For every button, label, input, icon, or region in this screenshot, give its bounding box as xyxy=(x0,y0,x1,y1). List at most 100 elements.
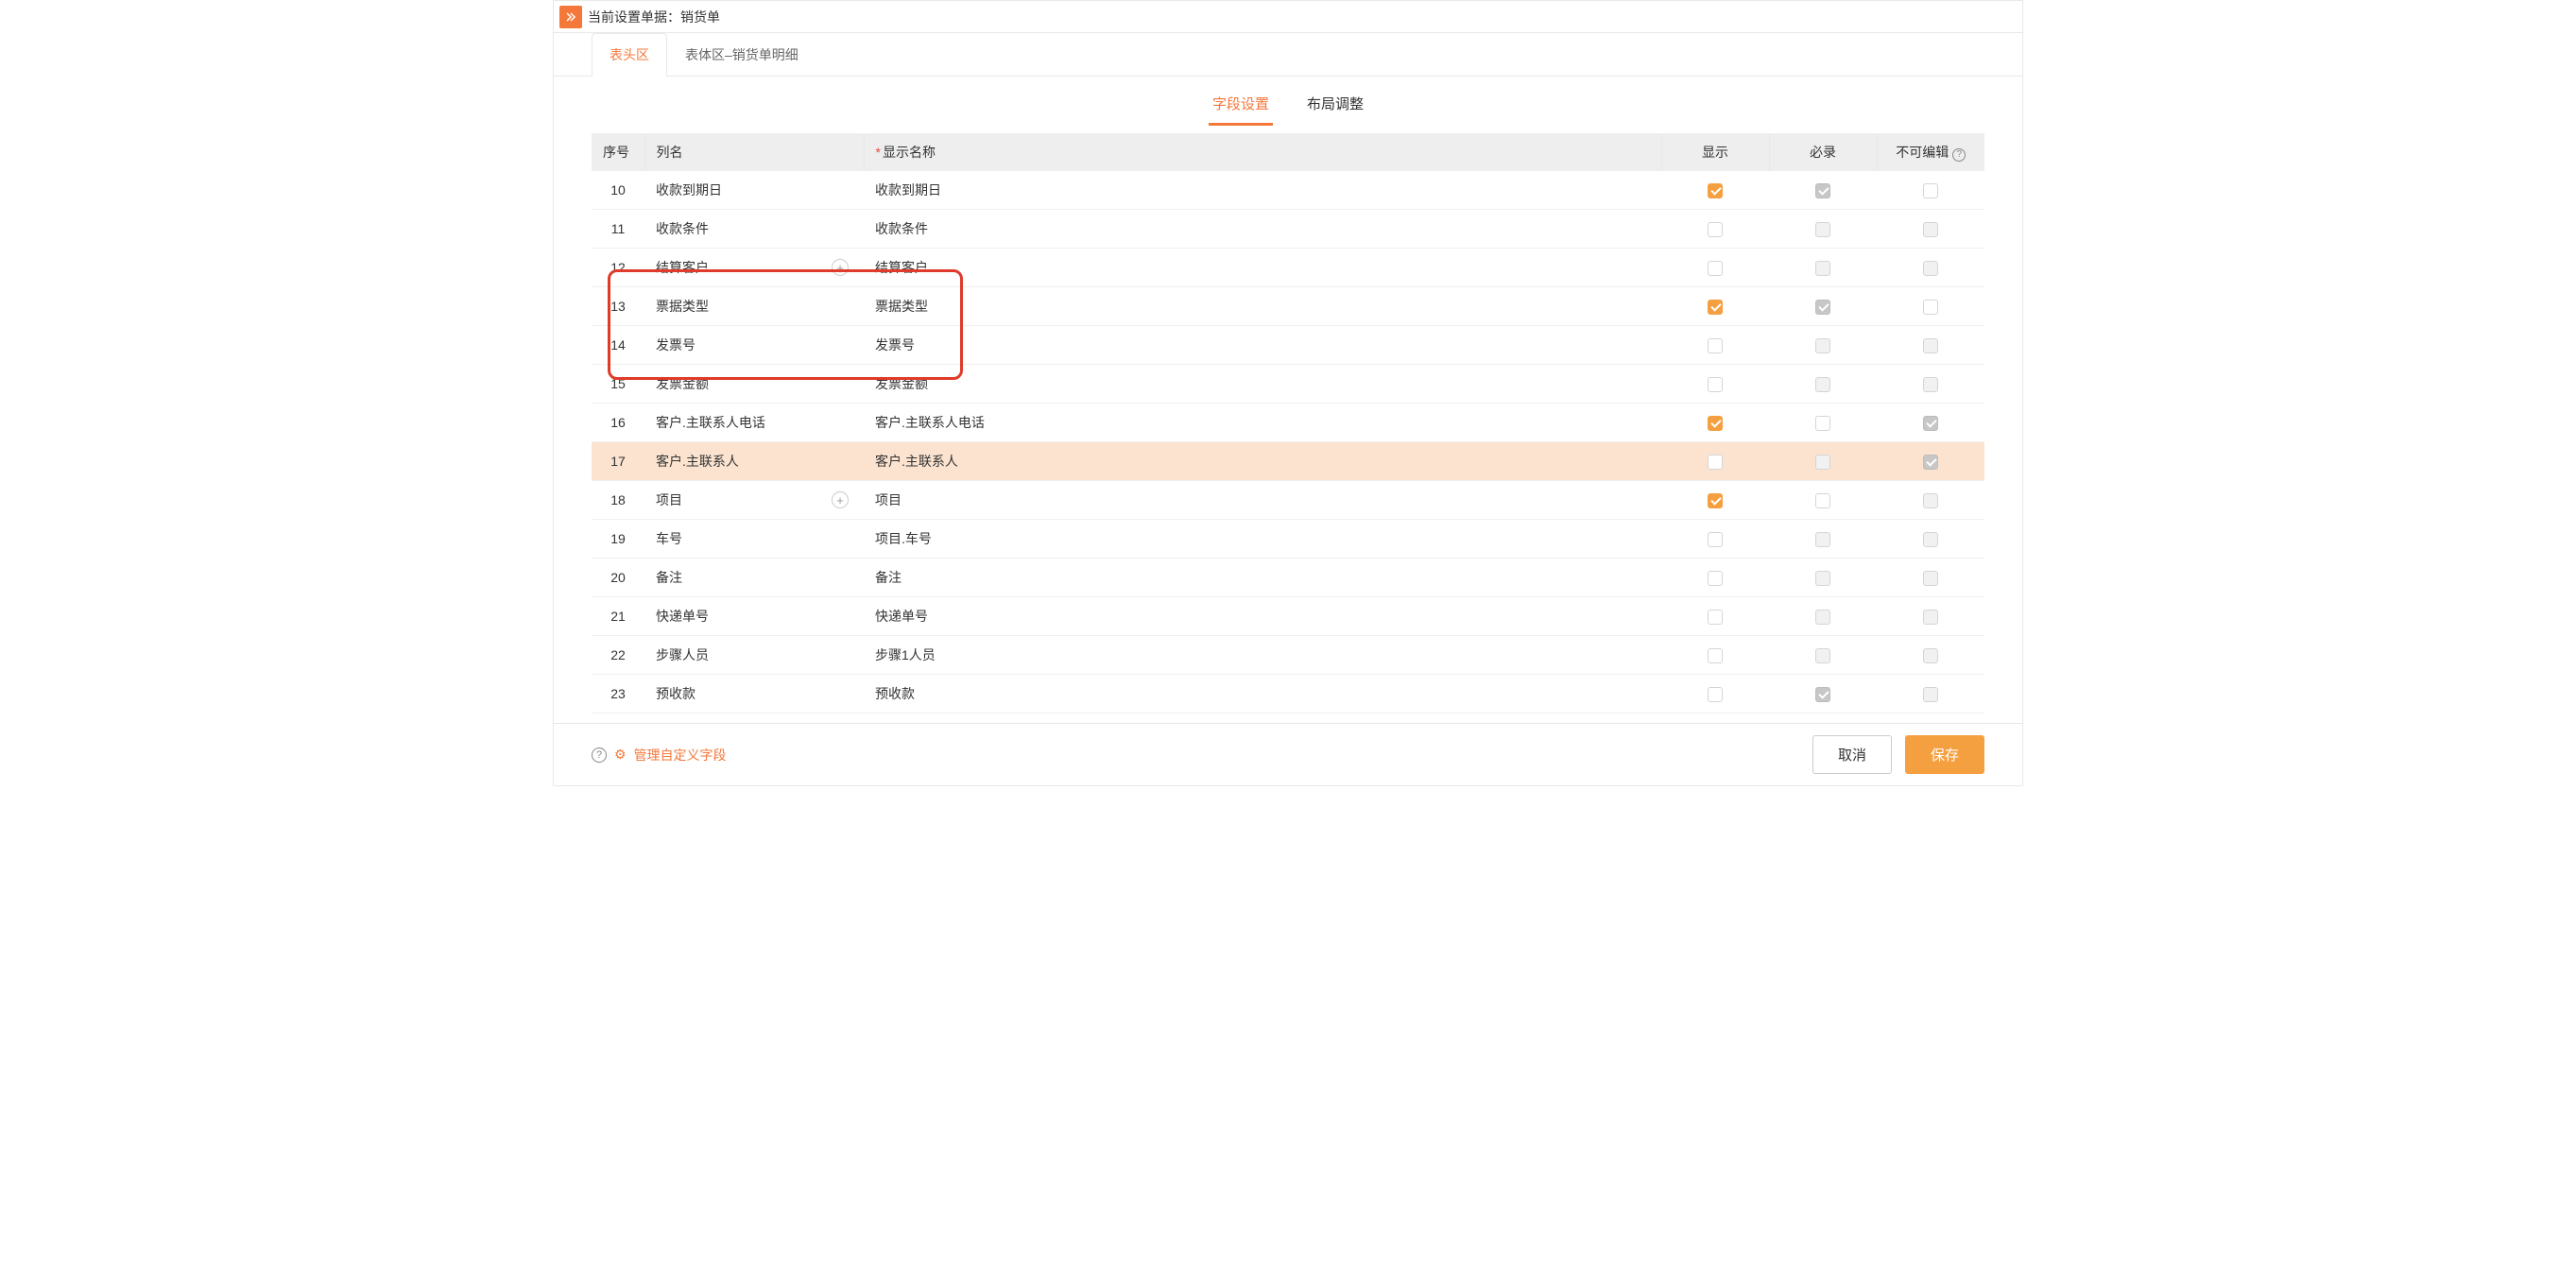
cell-readonly xyxy=(1877,365,1984,404)
checkbox-show[interactable] xyxy=(1708,416,1723,431)
cell-required xyxy=(1769,442,1877,481)
table-row: 12结算客户+结算客户 xyxy=(592,249,1984,287)
cell-display-name[interactable]: 客户.主联系人电话 xyxy=(864,404,1661,442)
checkbox-required[interactable] xyxy=(1815,493,1830,508)
cell-readonly xyxy=(1877,326,1984,365)
checkbox-readonly xyxy=(1923,648,1938,663)
cell-required xyxy=(1769,210,1877,249)
cell-display-name[interactable]: 步骤1人员 xyxy=(864,636,1661,675)
table-row: 22步骤人员步骤1人员 xyxy=(592,636,1984,675)
cell-seq: 17 xyxy=(592,442,644,481)
cell-seq: 21 xyxy=(592,597,644,636)
checkbox-required xyxy=(1815,687,1830,702)
cell-readonly xyxy=(1877,597,1984,636)
checkbox-required xyxy=(1815,183,1830,198)
checkbox-show[interactable] xyxy=(1708,571,1723,586)
cell-name: 发票金额 xyxy=(644,365,864,404)
cell-readonly xyxy=(1877,481,1984,520)
cell-display-name[interactable]: 预收款 xyxy=(864,675,1661,713)
cell-show xyxy=(1661,520,1769,559)
cell-display-name[interactable]: 项目.车号 xyxy=(864,520,1661,559)
cell-name: 收款到期日 xyxy=(644,171,864,210)
cell-readonly xyxy=(1877,559,1984,597)
table-row: 17客户.主联系人客户.主联系人 xyxy=(592,442,1984,481)
cell-show xyxy=(1661,326,1769,365)
cell-required xyxy=(1769,171,1877,210)
table-row: 10收款到期日收款到期日 xyxy=(592,171,1984,210)
help-icon[interactable]: ? xyxy=(592,748,607,763)
cell-name: 预收款 xyxy=(644,675,864,713)
checkbox-required[interactable] xyxy=(1815,416,1830,431)
cell-display-name[interactable]: 收款条件 xyxy=(864,210,1661,249)
cell-show xyxy=(1661,559,1769,597)
manage-custom-fields-link[interactable]: 管理自定义字段 xyxy=(634,746,727,765)
checkbox-required xyxy=(1815,571,1830,586)
cell-seq: 12 xyxy=(592,249,644,287)
cell-name: 快递单号 xyxy=(644,597,864,636)
cell-name: 结算客户+ xyxy=(644,249,864,287)
cell-required xyxy=(1769,326,1877,365)
checkbox-show[interactable] xyxy=(1708,222,1723,237)
expand-sidebar-button[interactable] xyxy=(559,6,582,28)
table-row: 19车号项目.车号 xyxy=(592,520,1984,559)
cell-required xyxy=(1769,559,1877,597)
cell-display-name[interactable]: 收款到期日 xyxy=(864,171,1661,210)
add-icon[interactable]: + xyxy=(832,491,849,508)
checkbox-show[interactable] xyxy=(1708,455,1723,470)
checkbox-show[interactable] xyxy=(1708,532,1723,547)
cell-display-name[interactable]: 结算客户 xyxy=(864,249,1661,287)
checkbox-show[interactable] xyxy=(1708,183,1723,198)
cell-name: 客户.主联系人 xyxy=(644,442,864,481)
cell-display-name[interactable]: 客户.主联系人 xyxy=(864,442,1661,481)
cell-show xyxy=(1661,287,1769,326)
checkbox-show[interactable] xyxy=(1708,610,1723,625)
save-button[interactable]: 保存 xyxy=(1905,735,1984,774)
table-row: 18项目+项目 xyxy=(592,481,1984,520)
table-row: 23预收款预收款 xyxy=(592,675,1984,713)
subtab-0[interactable]: 字段设置 xyxy=(1209,90,1273,126)
checkbox-show[interactable] xyxy=(1708,338,1723,353)
th-display-name: *显示名称 xyxy=(864,133,1661,171)
cell-name: 收款条件 xyxy=(644,210,864,249)
checkbox-show[interactable] xyxy=(1708,300,1723,315)
table-row: 15发票金额发票金额 xyxy=(592,365,1984,404)
subtab-1[interactable]: 布局调整 xyxy=(1303,90,1367,126)
checkbox-readonly xyxy=(1923,222,1938,237)
cell-show xyxy=(1661,597,1769,636)
checkbox-show[interactable] xyxy=(1708,687,1723,702)
header-bar: 当前设置单据：销货单 xyxy=(554,1,2022,33)
cell-readonly xyxy=(1877,404,1984,442)
cell-name: 项目+ xyxy=(644,481,864,520)
cell-show xyxy=(1661,404,1769,442)
cell-seq: 20 xyxy=(592,559,644,597)
cell-display-name[interactable]: 项目 xyxy=(864,481,1661,520)
cell-display-name[interactable]: 快递单号 xyxy=(864,597,1661,636)
cell-readonly xyxy=(1877,287,1984,326)
tab-1[interactable]: 表体区–销货单明细 xyxy=(667,33,816,76)
checkbox-show[interactable] xyxy=(1708,648,1723,663)
checkbox-readonly[interactable] xyxy=(1923,300,1938,315)
checkbox-readonly[interactable] xyxy=(1923,183,1938,198)
cell-show xyxy=(1661,675,1769,713)
cancel-button[interactable]: 取消 xyxy=(1812,735,1892,774)
checkbox-show[interactable] xyxy=(1708,493,1723,508)
cell-show xyxy=(1661,636,1769,675)
cell-show xyxy=(1661,481,1769,520)
cell-readonly xyxy=(1877,636,1984,675)
checkbox-show[interactable] xyxy=(1708,261,1723,276)
cell-display-name[interactable]: 票据类型 xyxy=(864,287,1661,326)
tab-0[interactable]: 表头区 xyxy=(592,33,667,77)
checkbox-show[interactable] xyxy=(1708,377,1723,392)
cell-display-name[interactable]: 发票金额 xyxy=(864,365,1661,404)
cell-show xyxy=(1661,249,1769,287)
help-icon[interactable]: ? xyxy=(1952,148,1966,162)
checkbox-required xyxy=(1815,648,1830,663)
add-icon[interactable]: + xyxy=(832,259,849,276)
cell-required xyxy=(1769,249,1877,287)
checkbox-readonly xyxy=(1923,610,1938,625)
chevron-double-right-icon xyxy=(565,11,576,23)
checkbox-readonly xyxy=(1923,377,1938,392)
checkbox-readonly xyxy=(1923,416,1938,431)
cell-display-name[interactable]: 发票号 xyxy=(864,326,1661,365)
cell-display-name[interactable]: 备注 xyxy=(864,559,1661,597)
